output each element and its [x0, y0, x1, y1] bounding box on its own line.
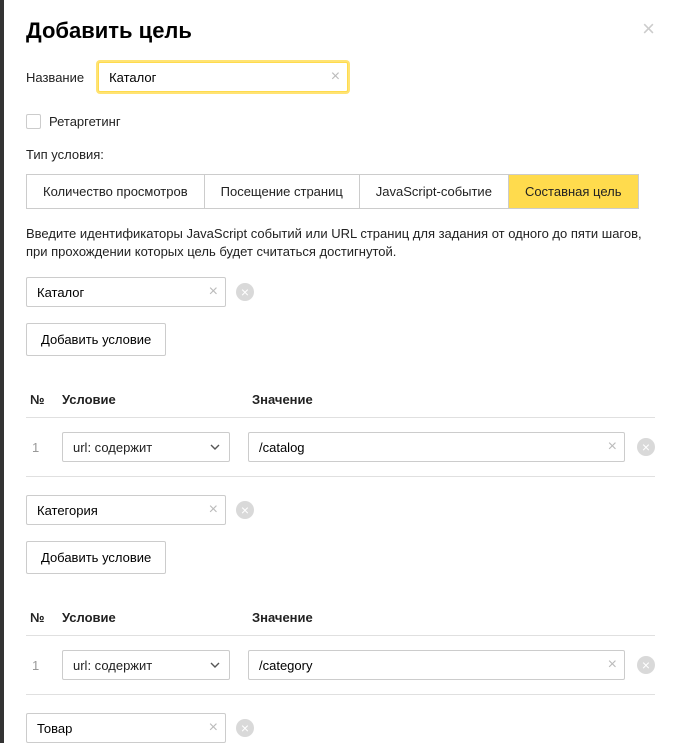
retargeting-checkbox[interactable]: [26, 114, 41, 129]
tab-composite-goal[interactable]: Составная цель: [509, 175, 638, 208]
step-name-input[interactable]: [26, 495, 226, 525]
condition-select[interactable]: url: содержит: [62, 432, 230, 462]
name-label: Название: [26, 70, 84, 85]
tab-js-event[interactable]: JavaScript-событие: [360, 175, 509, 208]
remove-step-icon[interactable]: ×: [236, 283, 254, 301]
clear-step-icon[interactable]: ×: [209, 283, 218, 301]
col-header-value: Значение: [252, 392, 655, 407]
row-num: 1: [26, 440, 62, 455]
tab-page-visit[interactable]: Посещение страниц: [205, 175, 360, 208]
remove-condition-icon[interactable]: ×: [637, 438, 655, 456]
clear-value-icon[interactable]: ×: [608, 438, 617, 456]
add-condition-button[interactable]: Добавить условие: [26, 541, 166, 574]
retargeting-label: Ретаргетинг: [49, 114, 121, 129]
step-name-input[interactable]: [26, 277, 226, 307]
clear-name-icon[interactable]: ×: [331, 68, 340, 86]
condition-row: 1 url: содержит × ×: [26, 418, 655, 477]
remove-step-icon[interactable]: ×: [236, 719, 254, 737]
col-header-condition: Условие: [62, 610, 252, 625]
col-header-num: №: [26, 610, 62, 625]
step-name-input[interactable]: [26, 713, 226, 743]
condition-select-value: url: содержит: [73, 440, 152, 455]
col-header-num: №: [26, 392, 62, 407]
close-icon[interactable]: ×: [642, 18, 655, 40]
clear-step-icon[interactable]: ×: [209, 501, 218, 519]
condition-type-label: Тип условия:: [26, 147, 655, 162]
clear-step-icon[interactable]: ×: [209, 719, 218, 737]
col-header-condition: Условие: [62, 392, 252, 407]
condition-value-input[interactable]: [248, 650, 625, 680]
col-header-value: Значение: [252, 610, 655, 625]
condition-select[interactable]: url: содержит: [62, 650, 230, 680]
description-text: Введите идентификаторы JavaScript событи…: [26, 225, 655, 261]
condition-value-input[interactable]: [248, 432, 625, 462]
add-condition-button[interactable]: Добавить условие: [26, 323, 166, 356]
row-num: 1: [26, 658, 62, 673]
remove-step-icon[interactable]: ×: [236, 501, 254, 519]
condition-select-value: url: содержит: [73, 658, 152, 673]
condition-row: 1 url: содержит × ×: [26, 636, 655, 695]
clear-value-icon[interactable]: ×: [608, 656, 617, 674]
remove-condition-icon[interactable]: ×: [637, 656, 655, 674]
condition-type-tabs: Количество просмотров Посещение страниц …: [26, 174, 639, 209]
chevron-down-icon: [210, 444, 220, 450]
name-input[interactable]: [98, 62, 348, 92]
dialog-title: Добавить цель: [26, 18, 192, 44]
chevron-down-icon: [210, 662, 220, 668]
tab-view-count[interactable]: Количество просмотров: [27, 175, 205, 208]
